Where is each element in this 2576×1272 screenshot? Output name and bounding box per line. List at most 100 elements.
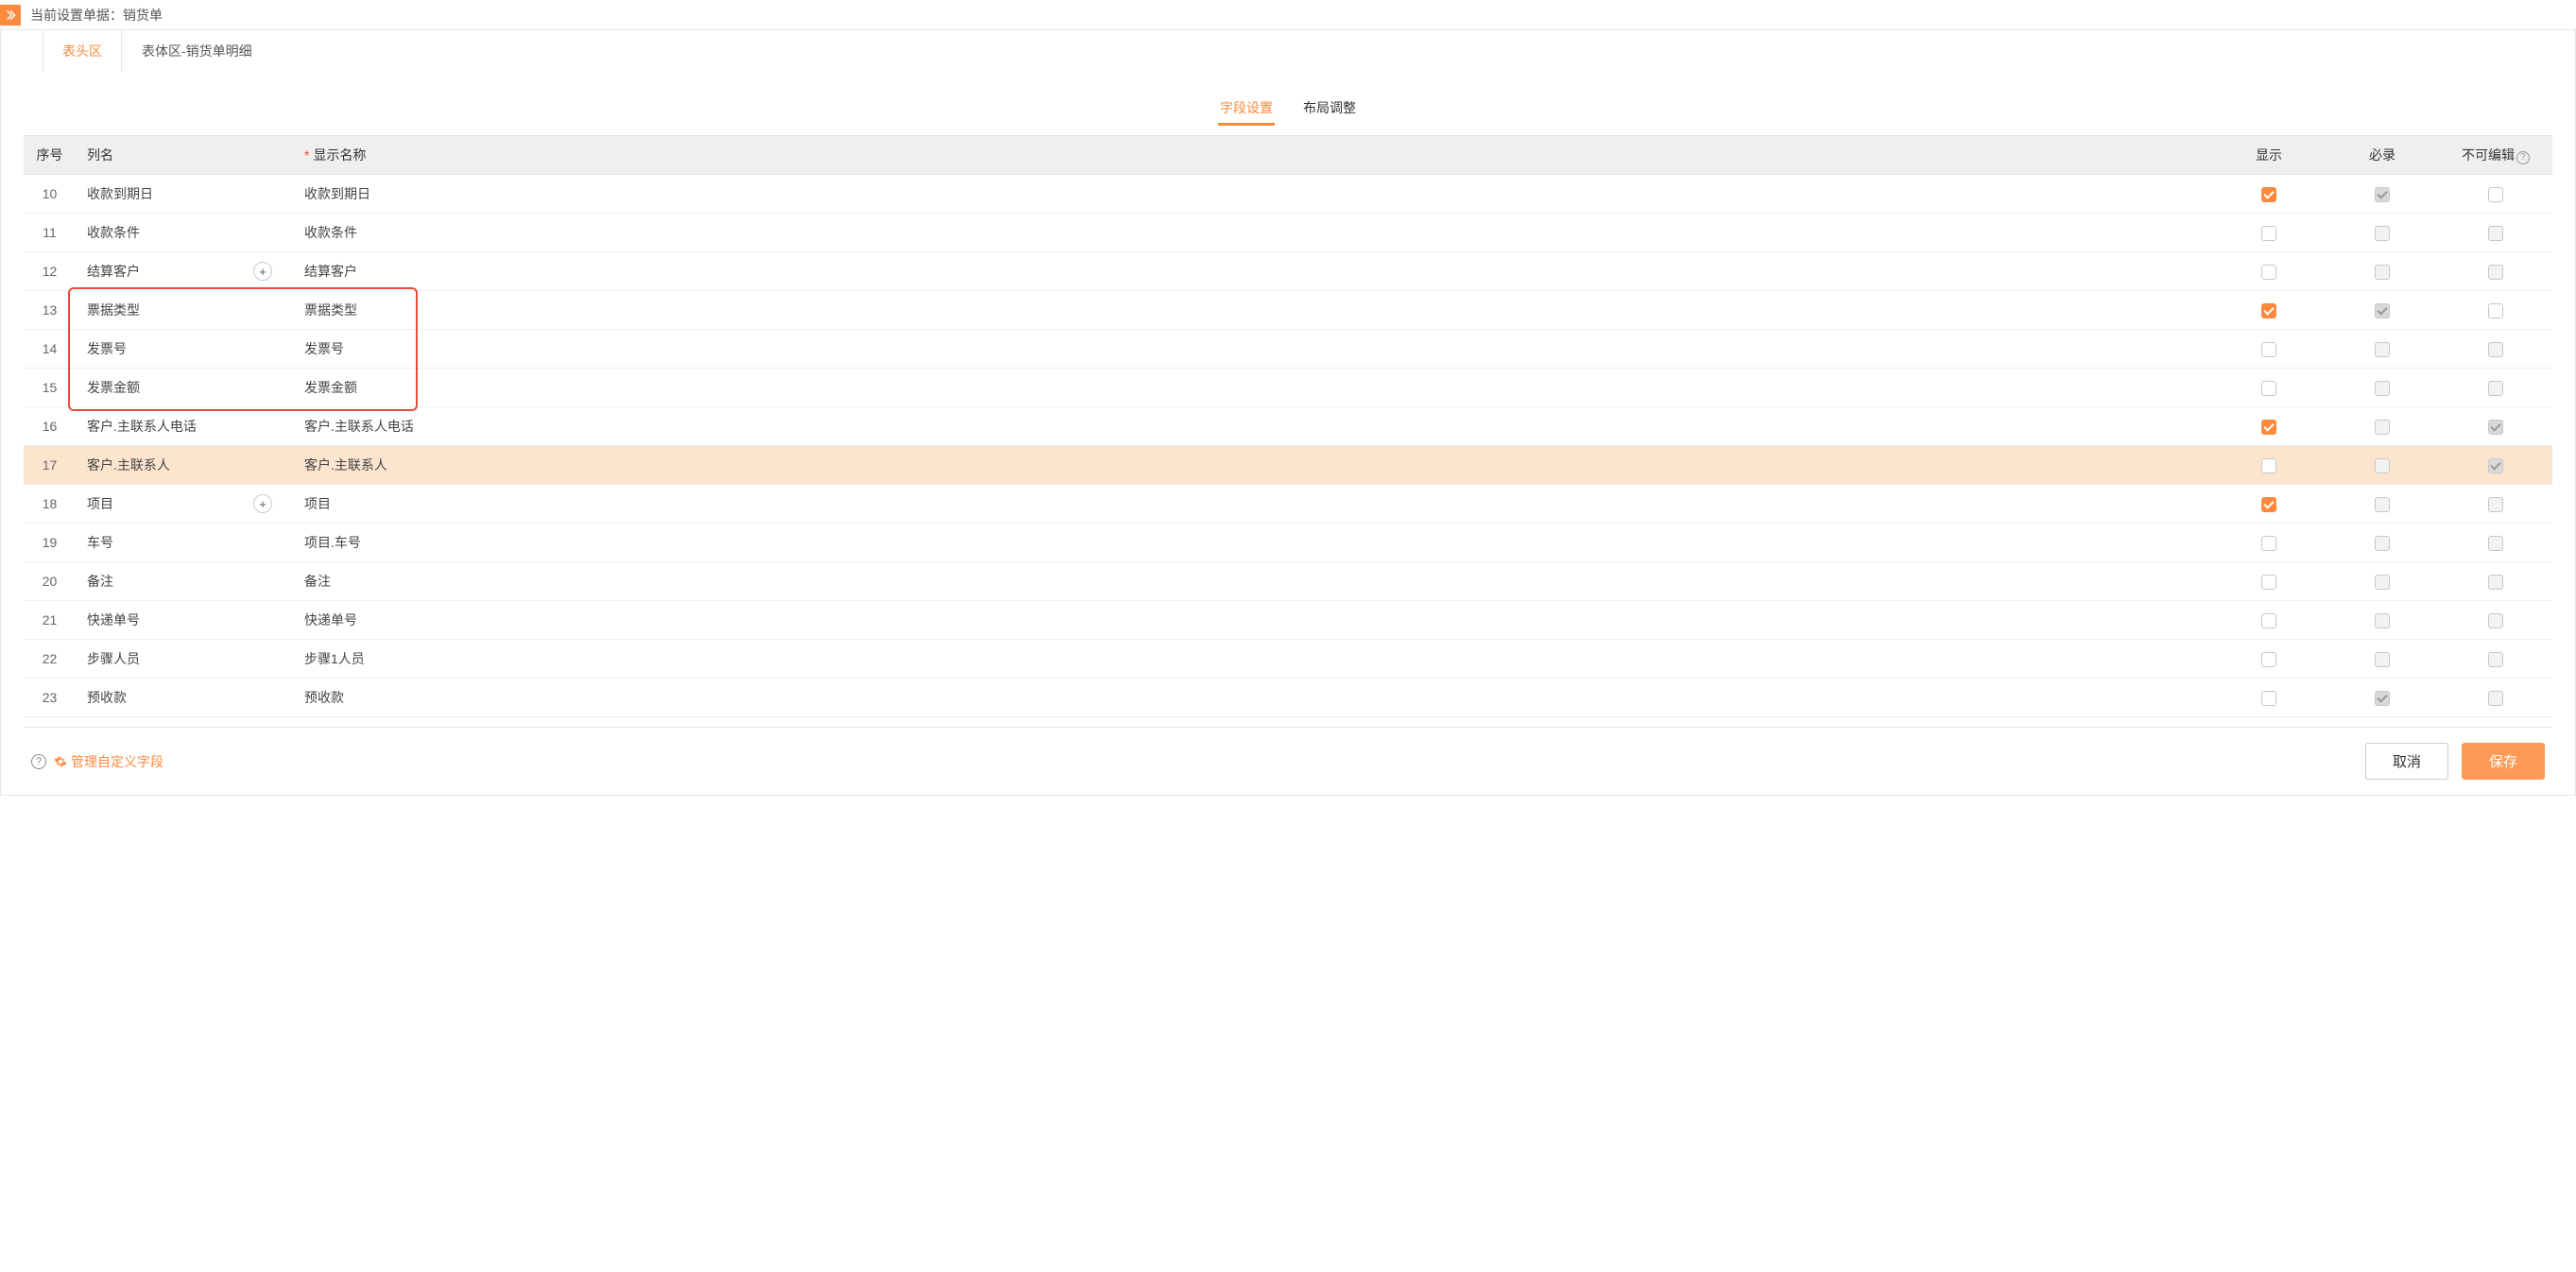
readonly-checkbox bbox=[2488, 613, 2503, 628]
add-subfield-button[interactable]: + bbox=[253, 494, 272, 513]
show-checkbox[interactable] bbox=[2261, 536, 2276, 551]
col-show: 显示 bbox=[2212, 136, 2326, 175]
show-checkbox[interactable] bbox=[2261, 226, 2276, 241]
gear-icon bbox=[54, 755, 67, 768]
readonly-checkbox bbox=[2488, 265, 2503, 280]
required-checkbox bbox=[2375, 458, 2390, 473]
row-column-name: 收款到期日 bbox=[76, 175, 293, 214]
table-row[interactable]: 21快递单号快递单号 bbox=[24, 601, 2552, 640]
show-checkbox[interactable] bbox=[2261, 381, 2276, 396]
table-row[interactable]: 13票据类型票据类型 bbox=[24, 291, 2552, 330]
table-row[interactable]: 11收款条件收款条件 bbox=[24, 214, 2552, 252]
row-index: 20 bbox=[24, 562, 76, 601]
col-display: *显示名称 bbox=[293, 136, 2212, 175]
row-display-name[interactable]: 发票号 bbox=[293, 330, 2212, 369]
manage-custom-fields-link[interactable]: 管理自定义字段 bbox=[54, 752, 163, 771]
col-name: 列名 bbox=[76, 136, 293, 175]
row-column-name: 客户.主联系人 bbox=[76, 446, 293, 485]
readonly-checkbox bbox=[2488, 226, 2503, 241]
show-checkbox[interactable] bbox=[2261, 652, 2276, 667]
tab-header-area[interactable]: 表头区 bbox=[43, 29, 122, 73]
row-index: 15 bbox=[24, 369, 76, 407]
table-row[interactable]: 17客户.主联系人客户.主联系人 bbox=[24, 446, 2552, 485]
row-display-name[interactable]: 收款到期日 bbox=[293, 175, 2212, 214]
show-checkbox[interactable] bbox=[2261, 575, 2276, 590]
col-readonly: 不可编辑? bbox=[2439, 136, 2552, 175]
main-panel: 表头区 表体区-销货单明细 字段设置 布局调整 序号 列名 *显示名称 显示 必… bbox=[0, 30, 2576, 796]
row-display-name[interactable]: 快递单号 bbox=[293, 601, 2212, 640]
row-display-name[interactable]: 收款条件 bbox=[293, 214, 2212, 252]
tab-body-area[interactable]: 表体区-销货单明细 bbox=[122, 29, 272, 73]
required-checkbox bbox=[2375, 497, 2390, 512]
show-checkbox[interactable] bbox=[2261, 342, 2276, 357]
subtab-field-settings[interactable]: 字段设置 bbox=[1218, 93, 1275, 126]
footer-right: 取消 保存 bbox=[2365, 743, 2545, 780]
required-checkbox bbox=[2375, 342, 2390, 357]
help-icon[interactable]: ? bbox=[31, 754, 46, 769]
required-checkbox bbox=[2375, 575, 2390, 590]
table-row[interactable]: 14发票号发票号 bbox=[24, 330, 2552, 369]
readonly-checkbox bbox=[2488, 458, 2503, 473]
table-row[interactable]: 20备注备注 bbox=[24, 562, 2552, 601]
readonly-checkbox bbox=[2488, 497, 2503, 512]
row-column-name: 步骤人员 bbox=[76, 640, 293, 679]
show-checkbox[interactable] bbox=[2261, 187, 2276, 202]
row-column-name: 预收款 bbox=[76, 679, 293, 717]
add-subfield-button[interactable]: + bbox=[253, 262, 272, 281]
show-checkbox[interactable] bbox=[2261, 303, 2276, 318]
show-checkbox[interactable] bbox=[2261, 613, 2276, 628]
row-index: 13 bbox=[24, 291, 76, 330]
row-display-name[interactable]: 备注 bbox=[293, 562, 2212, 601]
row-column-name: 发票金额 bbox=[76, 369, 293, 407]
save-button[interactable]: 保存 bbox=[2462, 743, 2545, 780]
table-row[interactable]: 19车号项目.车号 bbox=[24, 524, 2552, 562]
page-title: 当前设置单据：销货单 bbox=[30, 6, 163, 25]
row-display-name[interactable]: 客户.主联系人电话 bbox=[293, 407, 2212, 446]
readonly-checkbox[interactable] bbox=[2488, 303, 2503, 318]
required-checkbox bbox=[2375, 226, 2390, 241]
field-table: 序号 列名 *显示名称 显示 必录 不可编辑? 10收款到期日收款到期日11收款… bbox=[24, 135, 2552, 717]
table-row[interactable]: 16客户.主联系人电话客户.主联系人电话 bbox=[24, 407, 2552, 446]
required-checkbox bbox=[2375, 536, 2390, 551]
row-display-name[interactable]: 项目 bbox=[293, 485, 2212, 524]
col-required: 必录 bbox=[2326, 136, 2439, 175]
show-checkbox[interactable] bbox=[2261, 265, 2276, 280]
readonly-checkbox bbox=[2488, 381, 2503, 396]
row-index: 22 bbox=[24, 640, 76, 679]
subtab-layout-adjust[interactable]: 布局调整 bbox=[1301, 93, 1358, 126]
table-header-row: 序号 列名 *显示名称 显示 必录 不可编辑? bbox=[24, 136, 2552, 175]
show-checkbox[interactable] bbox=[2261, 497, 2276, 512]
table-row[interactable]: 12结算客户+结算客户 bbox=[24, 252, 2552, 291]
required-checkbox bbox=[2375, 652, 2390, 667]
readonly-checkbox bbox=[2488, 342, 2503, 357]
show-checkbox[interactable] bbox=[2261, 458, 2276, 473]
table-row[interactable]: 15发票金额发票金额 bbox=[24, 369, 2552, 407]
table-row[interactable]: 10收款到期日收款到期日 bbox=[24, 175, 2552, 214]
required-checkbox bbox=[2375, 691, 2390, 706]
row-index: 18 bbox=[24, 485, 76, 524]
table-row[interactable]: 18项目+项目 bbox=[24, 485, 2552, 524]
row-column-name: 快递单号 bbox=[76, 601, 293, 640]
cancel-button[interactable]: 取消 bbox=[2365, 743, 2448, 780]
required-checkbox bbox=[2375, 187, 2390, 202]
table-row[interactable]: 22步骤人员步骤1人员 bbox=[24, 640, 2552, 679]
row-display-name[interactable]: 票据类型 bbox=[293, 291, 2212, 330]
row-display-name[interactable]: 预收款 bbox=[293, 679, 2212, 717]
area-tabs: 表头区 表体区-销货单明细 bbox=[43, 29, 2552, 73]
show-checkbox[interactable] bbox=[2261, 420, 2276, 435]
row-display-name[interactable]: 客户.主联系人 bbox=[293, 446, 2212, 485]
row-display-name[interactable]: 步骤1人员 bbox=[293, 640, 2212, 679]
help-icon[interactable]: ? bbox=[2516, 151, 2530, 164]
row-display-name[interactable]: 发票金额 bbox=[293, 369, 2212, 407]
row-display-name[interactable]: 项目.车号 bbox=[293, 524, 2212, 562]
row-display-name[interactable]: 结算客户 bbox=[293, 252, 2212, 291]
row-column-name: 发票号 bbox=[76, 330, 293, 369]
readonly-checkbox bbox=[2488, 420, 2503, 435]
row-column-name: 客户.主联系人电话 bbox=[76, 407, 293, 446]
readonly-checkbox[interactable] bbox=[2488, 187, 2503, 202]
expand-toggle-button[interactable] bbox=[0, 5, 21, 26]
footer-left: ? 管理自定义字段 bbox=[31, 752, 163, 771]
show-checkbox[interactable] bbox=[2261, 691, 2276, 706]
row-column-name: 票据类型 bbox=[76, 291, 293, 330]
table-row[interactable]: 23预收款预收款 bbox=[24, 679, 2552, 717]
